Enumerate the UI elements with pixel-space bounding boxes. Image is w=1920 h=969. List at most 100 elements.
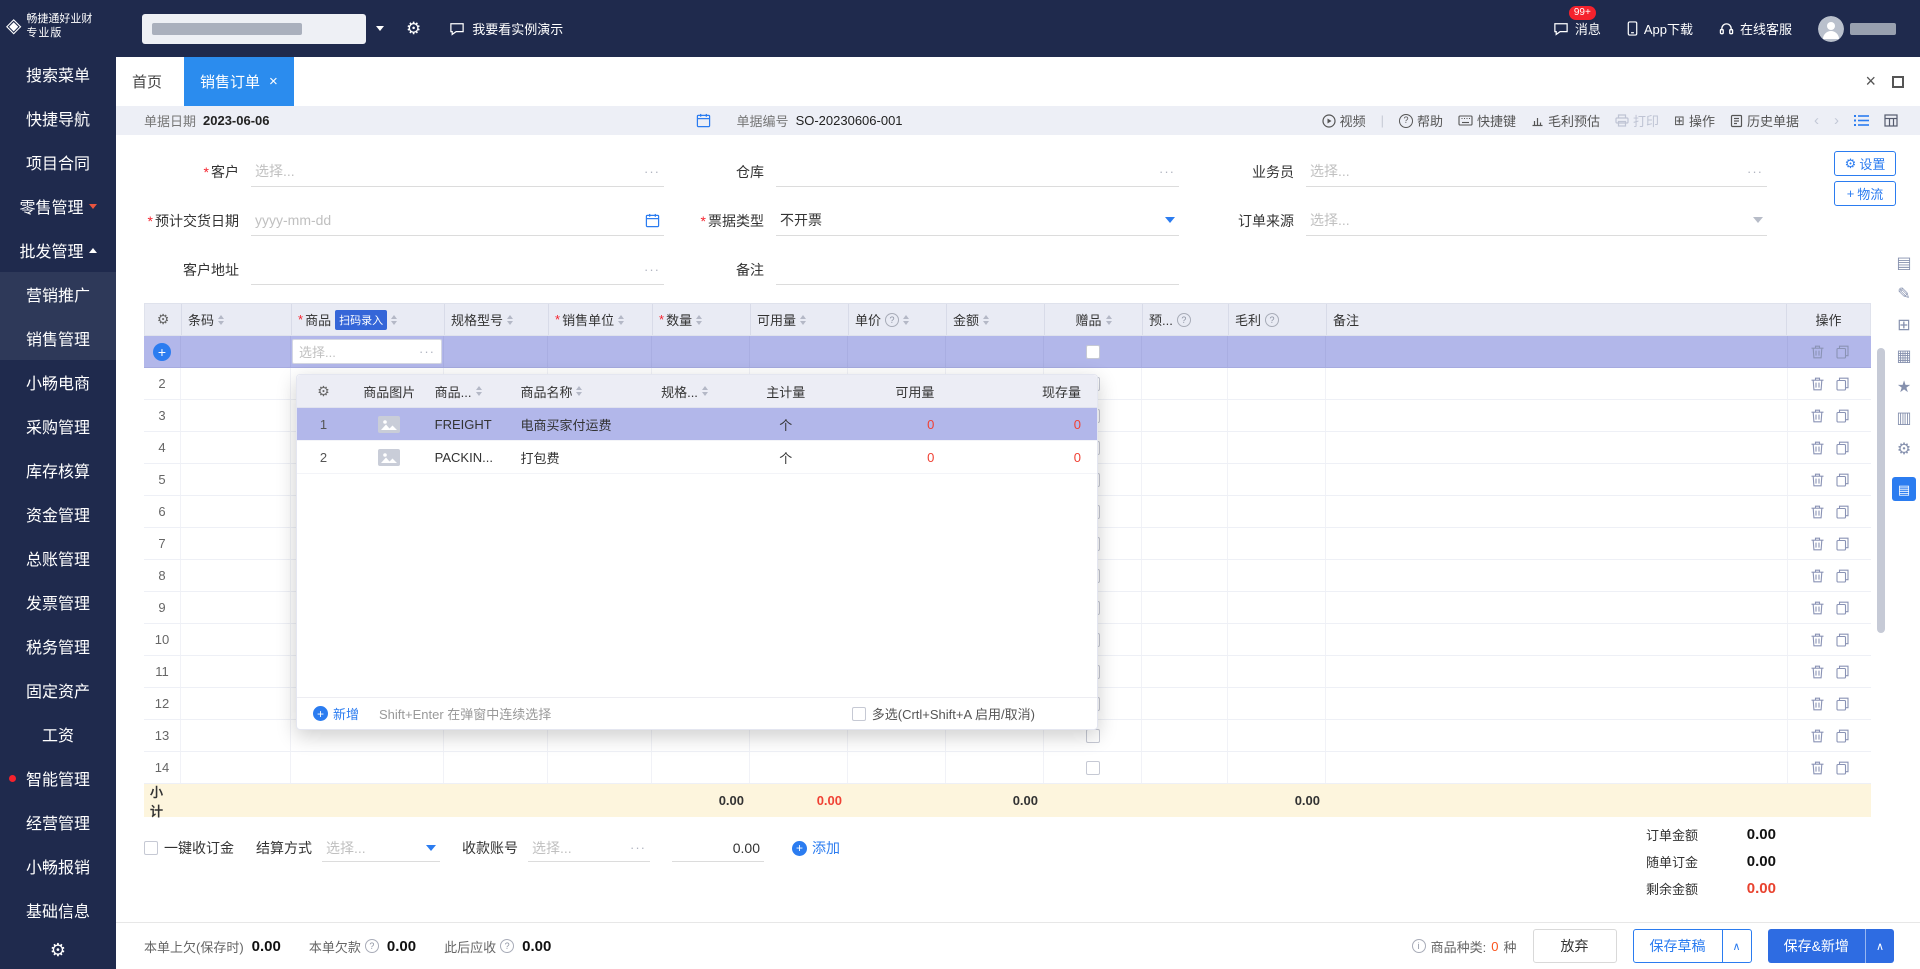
sidebar-item-18[interactable]: 经营管理: [0, 800, 116, 844]
gift-checkbox[interactable]: [1085, 728, 1100, 743]
tab-home[interactable]: 首页: [116, 57, 178, 106]
sidebar-item-7[interactable]: 销售管理: [0, 316, 116, 360]
sidebar-item-15[interactable]: 固定资产: [0, 668, 116, 712]
caret-up-icon[interactable]: ∧: [1866, 940, 1894, 953]
sidebar-item-10[interactable]: 库存核算: [0, 448, 116, 492]
col-spec[interactable]: 规格型号: [445, 304, 549, 335]
copy-row-button[interactable]: [1835, 761, 1849, 775]
sidebar-item-1[interactable]: 搜索菜单: [0, 52, 116, 96]
sort-icon[interactable]: [983, 314, 990, 325]
caret-up-icon[interactable]: ∧: [1723, 940, 1751, 953]
delete-row-button[interactable]: [1811, 761, 1824, 775]
customer-select[interactable]: 选择... ···: [251, 157, 664, 187]
sort-icon[interactable]: [507, 314, 514, 325]
info-icon[interactable]: ?: [500, 939, 515, 953]
copy-row-button[interactable]: [1835, 601, 1849, 615]
delete-row-button[interactable]: [1811, 601, 1824, 615]
settings-button[interactable]: ⚙ 设置: [1834, 151, 1896, 176]
sidebar-item-17[interactable]: 智能管理: [0, 756, 116, 800]
delete-row-button[interactable]: [1811, 377, 1824, 391]
info-icon[interactable]: ?: [364, 939, 379, 953]
ellipsis-icon[interactable]: ···: [630, 840, 646, 855]
sidebar-item-6[interactable]: 营销推广: [0, 272, 116, 316]
column-settings-gear-icon[interactable]: ⚙: [157, 311, 170, 328]
maximize-icon[interactable]: [1892, 75, 1904, 88]
add-product-button[interactable]: + 新增: [313, 704, 359, 723]
copy-row-button[interactable]: [1835, 377, 1849, 391]
sidebar-item-16[interactable]: 工资: [0, 712, 116, 756]
demo-link[interactable]: 我要看实例演示: [449, 19, 563, 38]
sort-icon[interactable]: [218, 314, 225, 325]
delete-row-button[interactable]: [1811, 665, 1824, 679]
sidebar-item-20[interactable]: 基础信息: [0, 888, 116, 932]
col-available[interactable]: 可用量: [751, 304, 849, 335]
gear-icon[interactable]: ⚙: [406, 19, 421, 39]
col-barcode[interactable]: 条码: [182, 304, 292, 335]
delete-row-button[interactable]: [1811, 569, 1824, 583]
grid-row-14[interactable]: 14: [144, 752, 1871, 784]
grid-view-icon[interactable]: [1884, 114, 1898, 127]
grid-row-1-selected[interactable]: + 选择... ···: [144, 336, 1871, 368]
ellipsis-icon[interactable]: ···: [644, 164, 660, 179]
col-product[interactable]: * 商品 扫码录入: [292, 304, 445, 335]
copy-row-button[interactable]: [1835, 345, 1849, 359]
info-icon[interactable]: ?: [885, 312, 900, 327]
delete-row-button[interactable]: [1811, 633, 1824, 647]
copy-row-button[interactable]: [1835, 633, 1849, 647]
help-link[interactable]: ? 帮助: [1398, 111, 1443, 130]
copy-row-button[interactable]: [1835, 569, 1849, 583]
invoice-type-select[interactable]: 不开票: [776, 206, 1179, 236]
delete-row-button[interactable]: [1811, 473, 1824, 487]
add-row-button[interactable]: +: [153, 342, 171, 361]
sidebar-item-14[interactable]: 税务管理: [0, 624, 116, 668]
multi-select-toggle[interactable]: 多选(Crtl+Shift+A 启用/取消): [851, 704, 1035, 723]
remark-input[interactable]: [776, 255, 1179, 285]
print-link[interactable]: 打印: [1615, 111, 1659, 130]
delete-row-button[interactable]: [1811, 537, 1824, 551]
hotkey-link[interactable]: 快捷键: [1458, 111, 1516, 130]
sort-icon[interactable]: [800, 314, 807, 325]
grid-scrollbar[interactable]: [1877, 348, 1885, 633]
sidebar-item-4[interactable]: 零售管理: [0, 184, 116, 228]
chevron-down-icon[interactable]: [376, 26, 384, 31]
sort-icon[interactable]: [696, 314, 703, 325]
order-source-select[interactable]: 选择...: [1306, 206, 1767, 236]
column-settings-gear-icon[interactable]: ⚙: [317, 383, 330, 400]
edit-icon[interactable]: ✎: [1897, 287, 1910, 303]
settings-icon[interactable]: ⚙: [1897, 442, 1911, 458]
next-doc-icon[interactable]: ›: [1834, 112, 1839, 129]
sidebar-item-9[interactable]: 采购管理: [0, 404, 116, 448]
apps-icon[interactable]: ⊞: [1897, 318, 1910, 334]
product-option-FREIGHT[interactable]: 1 FREIGHT 电商买家付运费个 0 0: [297, 408, 1097, 441]
layers-icon[interactable]: ▥: [1896, 411, 1911, 427]
copy-row-button[interactable]: [1835, 665, 1849, 679]
logistics-button[interactable]: + 物流: [1834, 181, 1896, 206]
calendar-icon[interactable]: [645, 213, 660, 228]
copy-row-button[interactable]: [1835, 409, 1849, 423]
add-payment-button[interactable]: + 添加: [792, 838, 840, 858]
sidebar-item-11[interactable]: 资金管理: [0, 492, 116, 536]
user-account[interactable]: [1818, 15, 1896, 42]
delete-row-button[interactable]: [1811, 441, 1824, 455]
col-remark[interactable]: 备注: [1327, 304, 1787, 335]
list-view-icon[interactable]: [1853, 114, 1869, 127]
warehouse-select[interactable]: ···: [776, 157, 1179, 187]
multi-select-checkbox[interactable]: [851, 706, 866, 721]
operate-link[interactable]: ⊞ 操作: [1674, 111, 1715, 130]
salesman-select[interactable]: 选择... ···: [1306, 157, 1767, 187]
star-icon[interactable]: ★: [1897, 380, 1911, 396]
sidebar-item-13[interactable]: 发票管理: [0, 580, 116, 624]
sidebar-item-2[interactable]: 快捷导航: [0, 96, 116, 140]
gift-checkbox[interactable]: [1085, 344, 1100, 359]
col-price[interactable]: 单价?: [849, 304, 947, 335]
profit-estimate-link[interactable]: 毛利预估: [1531, 111, 1600, 130]
customer-address-input[interactable]: ···: [251, 255, 664, 285]
receipt-account-select[interactable]: 选择... ···: [528, 834, 650, 862]
calendar-icon[interactable]: [696, 113, 711, 128]
sort-icon[interactable]: [618, 314, 625, 325]
sidebar-item-12[interactable]: 总账管理: [0, 536, 116, 580]
save-draft-button[interactable]: 保存草稿 ∧: [1632, 929, 1752, 963]
save-and-new-button[interactable]: 保存&新增 ∧: [1767, 929, 1894, 963]
panel-icon[interactable]: ▦: [1896, 349, 1911, 365]
product-option-PACKIN...[interactable]: 2 PACKIN... 打包费个 0 0: [297, 441, 1097, 474]
